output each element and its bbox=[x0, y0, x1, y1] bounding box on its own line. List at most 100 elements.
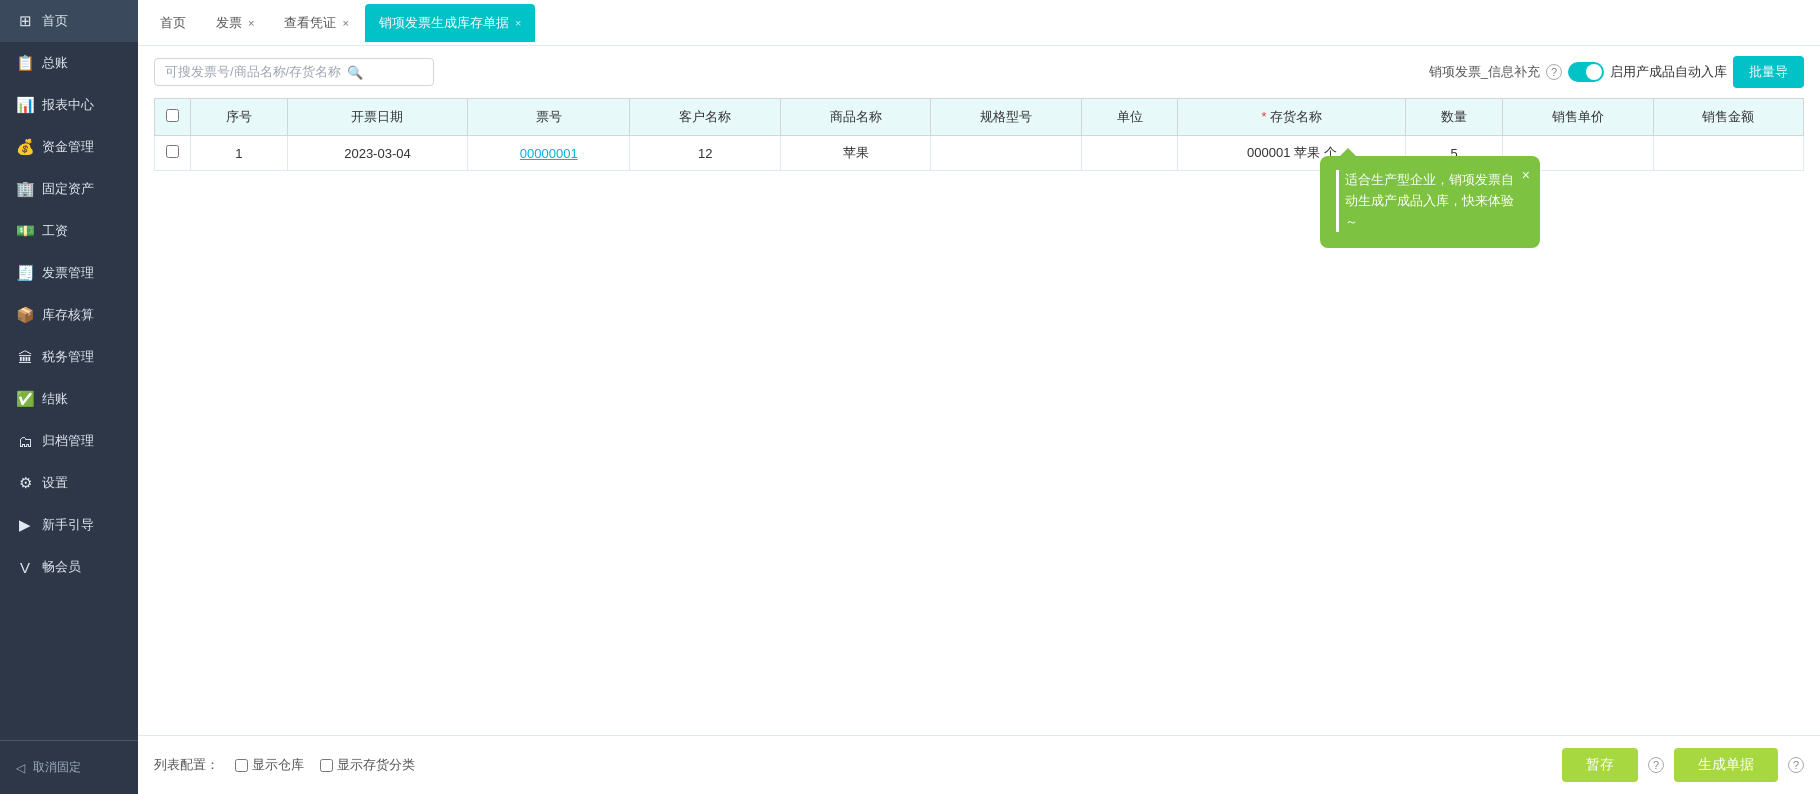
toggle-label: 启用产成品自动入库 bbox=[1610, 63, 1727, 81]
row-date: 2023-03-04 bbox=[287, 136, 467, 171]
row-customer: 12 bbox=[630, 136, 780, 171]
sidebar-item-vip[interactable]: V 畅会员 bbox=[0, 546, 138, 588]
sidebar-item-settlement[interactable]: ✅ 结账 bbox=[0, 378, 138, 420]
main-area: 首页 发票 × 查看凭证 × 销项发票生成库存单据 × 可搜发票号/商品名称/存… bbox=[138, 0, 1820, 794]
unpin-label: 取消固定 bbox=[33, 759, 81, 776]
info-help-icon[interactable]: ? bbox=[1546, 64, 1562, 80]
tooltip-text: 适合生产型企业，销项发票自动生成产成品入库，快来体验～ bbox=[1336, 170, 1524, 232]
col-product: 商品名称 bbox=[780, 99, 930, 136]
bottom-bar: 列表配置： 显示仓库 显示存货分类 暂存 ? 生成单据 ? bbox=[138, 735, 1820, 794]
payroll-icon: 💵 bbox=[16, 222, 34, 240]
page-content: 可搜发票号/商品名称/存货名称 🔍 销项发票_信息补充 ? 启用产成品自动入库 … bbox=[138, 46, 1820, 794]
save-help-icon[interactable]: ? bbox=[1648, 757, 1664, 773]
sidebar-label-payroll: 工资 bbox=[42, 222, 68, 240]
sidebar-label-report-center: 报表中心 bbox=[42, 96, 94, 114]
show-category-label[interactable]: 显示存货分类 bbox=[320, 756, 415, 774]
sidebar-item-fixed-assets[interactable]: 🏢 固定资产 bbox=[0, 168, 138, 210]
sidebar-label-fund-management: 资金管理 bbox=[42, 138, 94, 156]
sidebar-label-archive: 归档管理 bbox=[42, 432, 94, 450]
show-warehouse-label[interactable]: 显示仓库 bbox=[235, 756, 304, 774]
col-unit: 单位 bbox=[1081, 99, 1178, 136]
tab-invoice-label: 发票 bbox=[216, 14, 242, 32]
tab-cancel-invoice[interactable]: 销项发票生成库存单据 × bbox=[365, 4, 535, 42]
row-checkbox[interactable] bbox=[166, 145, 179, 158]
tab-cancel-invoice-label: 销项发票生成库存单据 bbox=[379, 14, 509, 32]
table-body: 1 2023-03-04 00000001 12 苹果 000001 苹果 个 … bbox=[155, 136, 1804, 171]
tooltip-close-button[interactable]: × bbox=[1522, 164, 1530, 186]
toggle-knob bbox=[1586, 64, 1602, 80]
col-checkbox bbox=[155, 99, 191, 136]
data-table: 序号 开票日期 票号 客户名称 商品名称 bbox=[154, 98, 1804, 171]
sidebar-item-tax-management[interactable]: 🏛 税务管理 bbox=[0, 336, 138, 378]
table-row: 1 2023-03-04 00000001 12 苹果 000001 苹果 个 … bbox=[155, 136, 1804, 171]
toolbar: 可搜发票号/商品名称/存货名称 🔍 销项发票_信息补充 ? 启用产成品自动入库 … bbox=[138, 46, 1820, 98]
sidebar-label-vip: 畅会员 bbox=[42, 558, 81, 576]
col-amount: 销售金额 bbox=[1653, 99, 1803, 136]
sidebar-item-payroll[interactable]: 💵 工资 bbox=[0, 210, 138, 252]
row-seq: 1 bbox=[191, 136, 288, 171]
generate-help-icon[interactable]: ? bbox=[1788, 757, 1804, 773]
home-icon: ⊞ bbox=[16, 12, 34, 30]
unpin-icon: ◁ bbox=[16, 761, 25, 775]
show-category-text: 显示存货分类 bbox=[337, 756, 415, 774]
row-product: 苹果 bbox=[780, 136, 930, 171]
invoice-no-link[interactable]: 00000001 bbox=[520, 146, 578, 161]
tab-home[interactable]: 首页 bbox=[146, 4, 200, 42]
sidebar-label-settings: 设置 bbox=[42, 474, 68, 492]
tooltip-popup: × 适合生产型企业，销项发票自动生成产成品入库，快来体验～ bbox=[1320, 156, 1540, 248]
settlement-icon: ✅ bbox=[16, 390, 34, 408]
tab-voucher[interactable]: 查看凭证 × bbox=[270, 4, 362, 42]
col-date: 开票日期 bbox=[287, 99, 467, 136]
invoice-icon: 🧾 bbox=[16, 264, 34, 282]
unpin-button[interactable]: ◁ 取消固定 bbox=[0, 751, 138, 784]
sidebar-label-settlement: 结账 bbox=[42, 390, 68, 408]
row-spec bbox=[931, 136, 1081, 171]
col-unit-price: 销售单价 bbox=[1503, 99, 1653, 136]
sidebar-label-tax-management: 税务管理 bbox=[42, 348, 94, 366]
tab-cancel-invoice-close[interactable]: × bbox=[515, 17, 521, 29]
tab-bar: 首页 发票 × 查看凭证 × 销项发票生成库存单据 × bbox=[138, 0, 1820, 46]
sidebar-item-report-center[interactable]: 📊 报表中心 bbox=[0, 84, 138, 126]
select-all-checkbox[interactable] bbox=[166, 109, 179, 122]
tax-icon: 🏛 bbox=[16, 349, 34, 366]
settings-icon: ⚙ bbox=[16, 474, 34, 492]
sidebar-item-inventory[interactable]: 📦 库存核算 bbox=[0, 294, 138, 336]
sidebar-item-archive[interactable]: 🗂 归档管理 bbox=[0, 420, 138, 462]
search-placeholder: 可搜发票号/商品名称/存货名称 bbox=[165, 63, 341, 81]
sidebar-item-beginner[interactable]: ▶ 新手引导 bbox=[0, 504, 138, 546]
save-button[interactable]: 暂存 bbox=[1562, 748, 1638, 782]
toggle-switch[interactable] bbox=[1568, 62, 1604, 82]
archive-icon: 🗂 bbox=[16, 433, 34, 450]
report-icon: 📊 bbox=[16, 96, 34, 114]
sidebar-label-fixed-assets: 固定资产 bbox=[42, 180, 94, 198]
tab-invoice[interactable]: 发票 × bbox=[202, 4, 268, 42]
row-unit bbox=[1081, 136, 1178, 171]
sidebar-item-fund-management[interactable]: 💰 资金管理 bbox=[0, 126, 138, 168]
play-icon: ▶ bbox=[16, 516, 34, 534]
search-icon[interactable]: 🔍 bbox=[347, 65, 363, 80]
sidebar-item-invoice-management[interactable]: 🧾 发票管理 bbox=[0, 252, 138, 294]
tab-voucher-close[interactable]: × bbox=[342, 17, 348, 29]
sidebar-label-general-ledger: 总账 bbox=[42, 54, 68, 72]
row-amount bbox=[1653, 136, 1803, 171]
row-invoice-no[interactable]: 00000001 bbox=[468, 136, 630, 171]
info-label: 销项发票_信息补充 bbox=[1429, 63, 1540, 81]
toolbar-info: 销项发票_信息补充 ? 启用产成品自动入库 批量导 bbox=[1429, 56, 1804, 88]
batch-button[interactable]: 批量导 bbox=[1733, 56, 1804, 88]
table-wrapper: 序号 开票日期 票号 客户名称 商品名称 bbox=[138, 98, 1820, 735]
table-header: 序号 开票日期 票号 客户名称 商品名称 bbox=[155, 99, 1804, 136]
row-checkbox-cell bbox=[155, 136, 191, 171]
sidebar-item-general-ledger[interactable]: 📋 总账 bbox=[0, 42, 138, 84]
sidebar-item-settings[interactable]: ⚙ 设置 bbox=[0, 462, 138, 504]
sidebar-item-home[interactable]: ⊞ 首页 bbox=[0, 0, 138, 42]
bottom-actions: 暂存 ? 生成单据 ? bbox=[1562, 748, 1804, 782]
show-warehouse-checkbox[interactable] bbox=[235, 759, 248, 772]
sidebar-label-invoice-management: 发票管理 bbox=[42, 264, 94, 282]
search-box[interactable]: 可搜发票号/商品名称/存货名称 🔍 bbox=[154, 58, 434, 86]
show-category-checkbox[interactable] bbox=[320, 759, 333, 772]
col-spec: 规格型号 bbox=[931, 99, 1081, 136]
generate-button[interactable]: 生成单据 bbox=[1674, 748, 1778, 782]
col-invoice-no: 票号 bbox=[468, 99, 630, 136]
col-qty: 数量 bbox=[1406, 99, 1503, 136]
tab-invoice-close[interactable]: × bbox=[248, 17, 254, 29]
